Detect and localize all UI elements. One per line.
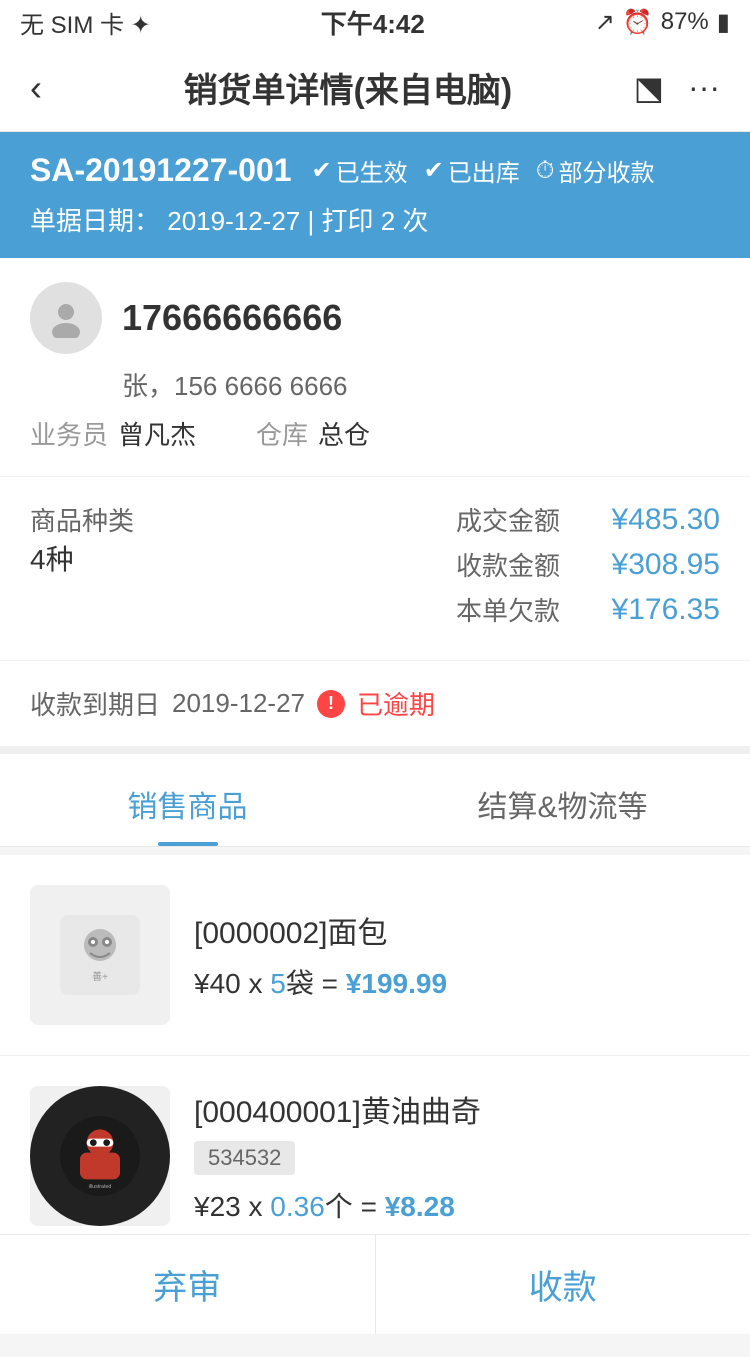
deal-amount-row: 成交金额 ¥485.30 bbox=[456, 501, 720, 538]
product-price-cookie: ¥23 x 0.36个 = ¥8.28 bbox=[194, 1185, 720, 1225]
due-label: 收款到期日 bbox=[30, 685, 160, 722]
warehouse: 仓库 总仓 bbox=[256, 415, 370, 452]
check-icon-2 bbox=[424, 156, 444, 185]
collect-payment-button[interactable]: 收款 bbox=[376, 1235, 750, 1334]
overdue-icon: ! bbox=[317, 690, 345, 718]
status-badges: 已生效 已出库 部分收款 bbox=[312, 153, 655, 188]
nav-title: 销货单详情(来自电脑) bbox=[62, 63, 634, 112]
received-row: 收款金额 ¥308.95 bbox=[456, 546, 720, 583]
product-name-cookie: [000400001]黄油曲奇 bbox=[194, 1087, 720, 1131]
status-right: ↗ ⏰ 87% ▮ bbox=[595, 8, 730, 37]
sales-label: 业务员 bbox=[30, 415, 108, 452]
clock-icon bbox=[536, 157, 555, 185]
back-button[interactable]: ‹ bbox=[30, 67, 42, 109]
product-item: 善+ [0000002]面包 ¥40 x 5袋 = ¥199.99 bbox=[0, 855, 750, 1056]
warehouse-value: 总仓 bbox=[318, 415, 370, 452]
debt-value: ¥176.35 bbox=[580, 593, 720, 627]
received-value: ¥308.95 bbox=[580, 548, 720, 582]
product-image-cookie: illustrated bbox=[30, 1086, 170, 1226]
nav-bar: ‹ 销货单详情(来自电脑) ⬔ ··· bbox=[0, 44, 750, 132]
order-date-line: 单据日期： 2019-12-27 | 打印 2 次 bbox=[30, 201, 720, 238]
badge-effective: 已生效 bbox=[312, 153, 408, 188]
status-bar: 无 SIM 卡 ✦ 下午4:42 ↗ ⏰ 87% ▮ bbox=[0, 0, 750, 44]
order-header-top: SA-20191227-001 已生效 已出库 部分收款 bbox=[30, 152, 720, 189]
customer-phone: 17666666666 bbox=[122, 297, 342, 339]
sku-tag: 534532 bbox=[194, 1141, 295, 1175]
deal-amount-label: 成交金额 bbox=[456, 501, 560, 538]
product-image-bread: 善+ bbox=[30, 885, 170, 1025]
product-info-bread: [0000002]面包 ¥40 x 5袋 = ¥199.99 bbox=[194, 885, 720, 1025]
status-time: 下午4:42 bbox=[321, 4, 425, 41]
customer-contact: 张，156 6666 6666 bbox=[30, 366, 720, 403]
svg-text:善+: 善+ bbox=[92, 970, 108, 983]
owl-image: illustrated bbox=[30, 1086, 170, 1226]
svg-text:illustrated: illustrated bbox=[89, 1184, 112, 1190]
product-types-label: 商品种类 bbox=[30, 501, 134, 538]
cancel-review-button[interactable]: 弃审 bbox=[0, 1235, 376, 1334]
bottom-bar: 弃审 收款 bbox=[0, 1234, 750, 1334]
badge-partial: 部分收款 bbox=[536, 153, 655, 188]
product-types: 商品种类 4种 bbox=[30, 501, 134, 578]
financial-stats: 成交金额 ¥485.30 收款金额 ¥308.95 本单欠款 ¥176.35 bbox=[456, 501, 720, 636]
overdue-text: 已逾期 bbox=[357, 685, 435, 722]
badge-shipped: 已出库 bbox=[424, 153, 520, 188]
alarm-icon: ⏰ bbox=[623, 8, 653, 37]
product-price-bread: ¥40 x 5袋 = ¥199.99 bbox=[194, 962, 720, 1002]
product-info-cookie: [000400001]黄油曲奇 534532 ¥23 x 0.36个 = ¥8.… bbox=[194, 1086, 720, 1226]
order-header: SA-20191227-001 已生效 已出库 部分收款 单据日期： 2019-… bbox=[0, 132, 750, 258]
tab-products[interactable]: 销售商品 bbox=[0, 754, 375, 846]
customer-top: 17666666666 bbox=[30, 282, 720, 354]
product-name-bread: [0000002]面包 bbox=[194, 908, 720, 952]
warehouse-label: 仓库 bbox=[256, 415, 308, 452]
customer-meta: 业务员 曾凡杰 仓库 总仓 bbox=[30, 415, 720, 452]
due-date-section: 收款到期日 2019-12-27 ! 已逾期 bbox=[0, 661, 750, 754]
location-icon: ↗ bbox=[595, 8, 615, 37]
debt-label: 本单欠款 bbox=[456, 591, 560, 628]
product-list: 善+ [0000002]面包 ¥40 x 5袋 = ¥199.99 bbox=[0, 855, 750, 1257]
tab-bar: 销售商品 结算&物流等 bbox=[0, 754, 750, 847]
order-id: SA-20191227-001 bbox=[30, 152, 292, 189]
due-date-value: 2019-12-27 bbox=[172, 688, 305, 719]
battery-icon: ▮ bbox=[717, 8, 730, 37]
sales-person: 业务员 曾凡杰 bbox=[30, 415, 196, 452]
product-types-value: 4种 bbox=[30, 538, 134, 578]
sales-value: 曾凡杰 bbox=[118, 415, 196, 452]
tab-settlement[interactable]: 结算&物流等 bbox=[375, 754, 750, 846]
debt-row: 本单欠款 ¥176.35 bbox=[456, 591, 720, 628]
nav-right-actions: ⬔ ··· bbox=[634, 69, 720, 107]
check-icon-1 bbox=[312, 156, 332, 185]
product-item: illustrated [000400001]黄油曲奇 534532 ¥23 x… bbox=[0, 1056, 750, 1257]
received-label: 收款金额 bbox=[456, 546, 560, 583]
share-icon[interactable]: ⬔ bbox=[634, 69, 664, 107]
avatar bbox=[30, 282, 102, 354]
more-icon[interactable]: ··· bbox=[688, 69, 720, 106]
deal-amount-value: ¥485.30 bbox=[580, 503, 720, 537]
signal-text: 无 SIM 卡 ✦ bbox=[20, 5, 151, 40]
customer-section: 17666666666 张，156 6666 6666 业务员 曾凡杰 仓库 总… bbox=[0, 258, 750, 477]
status-left: 无 SIM 卡 ✦ bbox=[20, 5, 151, 40]
battery-text: 87% bbox=[661, 8, 709, 36]
stats-section: 商品种类 4种 成交金额 ¥485.30 收款金额 ¥308.95 本单欠款 ¥… bbox=[0, 477, 750, 661]
